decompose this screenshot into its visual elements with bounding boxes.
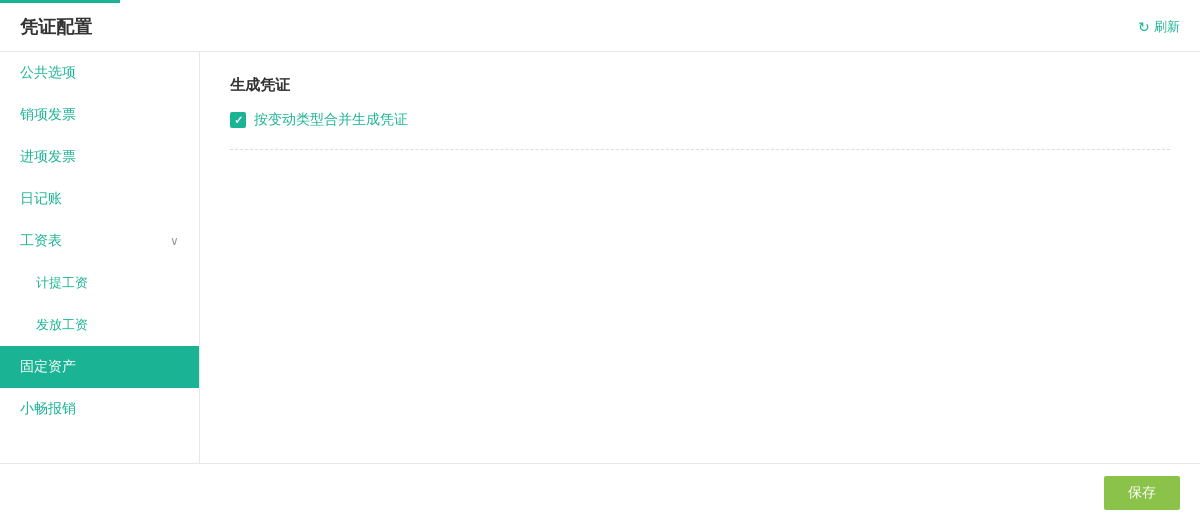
page-title: 凭证配置 xyxy=(20,15,92,39)
refresh-label: 刷新 xyxy=(1154,18,1180,36)
page-header: 凭证配置 ↻ 刷新 xyxy=(0,3,1200,52)
sidebar-item-purchase-invoice[interactable]: 进项发票 xyxy=(0,136,199,178)
sidebar-item-payroll-table[interactable]: 工资表 ∨ xyxy=(0,220,199,262)
sidebar-item-label-purchase-invoice: 进项发票 xyxy=(20,148,76,166)
save-button[interactable]: 保存 xyxy=(1104,476,1180,510)
sidebar-item-issue-wages[interactable]: 发放工资 xyxy=(0,304,199,346)
sidebar-item-label-journal: 日记账 xyxy=(20,190,62,208)
sidebar-item-label-fixed-assets: 固定资产 xyxy=(20,358,76,376)
sidebar-item-fixed-assets[interactable]: 固定资产 xyxy=(0,346,199,388)
sidebar-item-label-payroll-table: 工资表 xyxy=(20,232,62,250)
sidebar-item-sales-invoice[interactable]: 销项发票 xyxy=(0,94,199,136)
sidebar-item-label-calculate-wages: 计提工资 xyxy=(36,274,88,292)
refresh-icon: ↻ xyxy=(1138,19,1150,35)
checkbox-row: 按变动类型合并生成凭证 xyxy=(230,111,1170,129)
sidebar-item-petty-cash[interactable]: 小畅报销 xyxy=(0,388,199,430)
sidebar-item-label-sales-invoice: 销项发票 xyxy=(20,106,76,124)
merge-voucher-label[interactable]: 按变动类型合并生成凭证 xyxy=(254,111,408,129)
main-content: 生成凭证 按变动类型合并生成凭证 xyxy=(200,52,1200,463)
sidebar-item-public-options[interactable]: 公共选项 xyxy=(0,52,199,94)
page-footer: 保存 xyxy=(0,463,1200,522)
sidebar-item-label-issue-wages: 发放工资 xyxy=(36,316,88,334)
sidebar-item-label-petty-cash: 小畅报销 xyxy=(20,400,76,418)
sidebar: 公共选项销项发票进项发票日记账工资表 ∨ 计提工资发放工资固定资产小畅报销 xyxy=(0,52,200,463)
sidebar-item-calculate-wages[interactable]: 计提工资 xyxy=(0,262,199,304)
sidebar-item-journal[interactable]: 日记账 xyxy=(0,178,199,220)
section-divider xyxy=(230,149,1170,150)
page-body: 公共选项销项发票进项发票日记账工资表 ∨ 计提工资发放工资固定资产小畅报销 生成凭证… xyxy=(0,52,1200,463)
merge-voucher-checkbox[interactable] xyxy=(230,112,246,128)
refresh-button[interactable]: ↻ 刷新 xyxy=(1138,18,1180,36)
section-title: 生成凭证 xyxy=(230,76,1170,95)
chevron-down-icon: ∨ xyxy=(170,234,179,248)
sidebar-item-label-public-options: 公共选项 xyxy=(20,64,76,82)
